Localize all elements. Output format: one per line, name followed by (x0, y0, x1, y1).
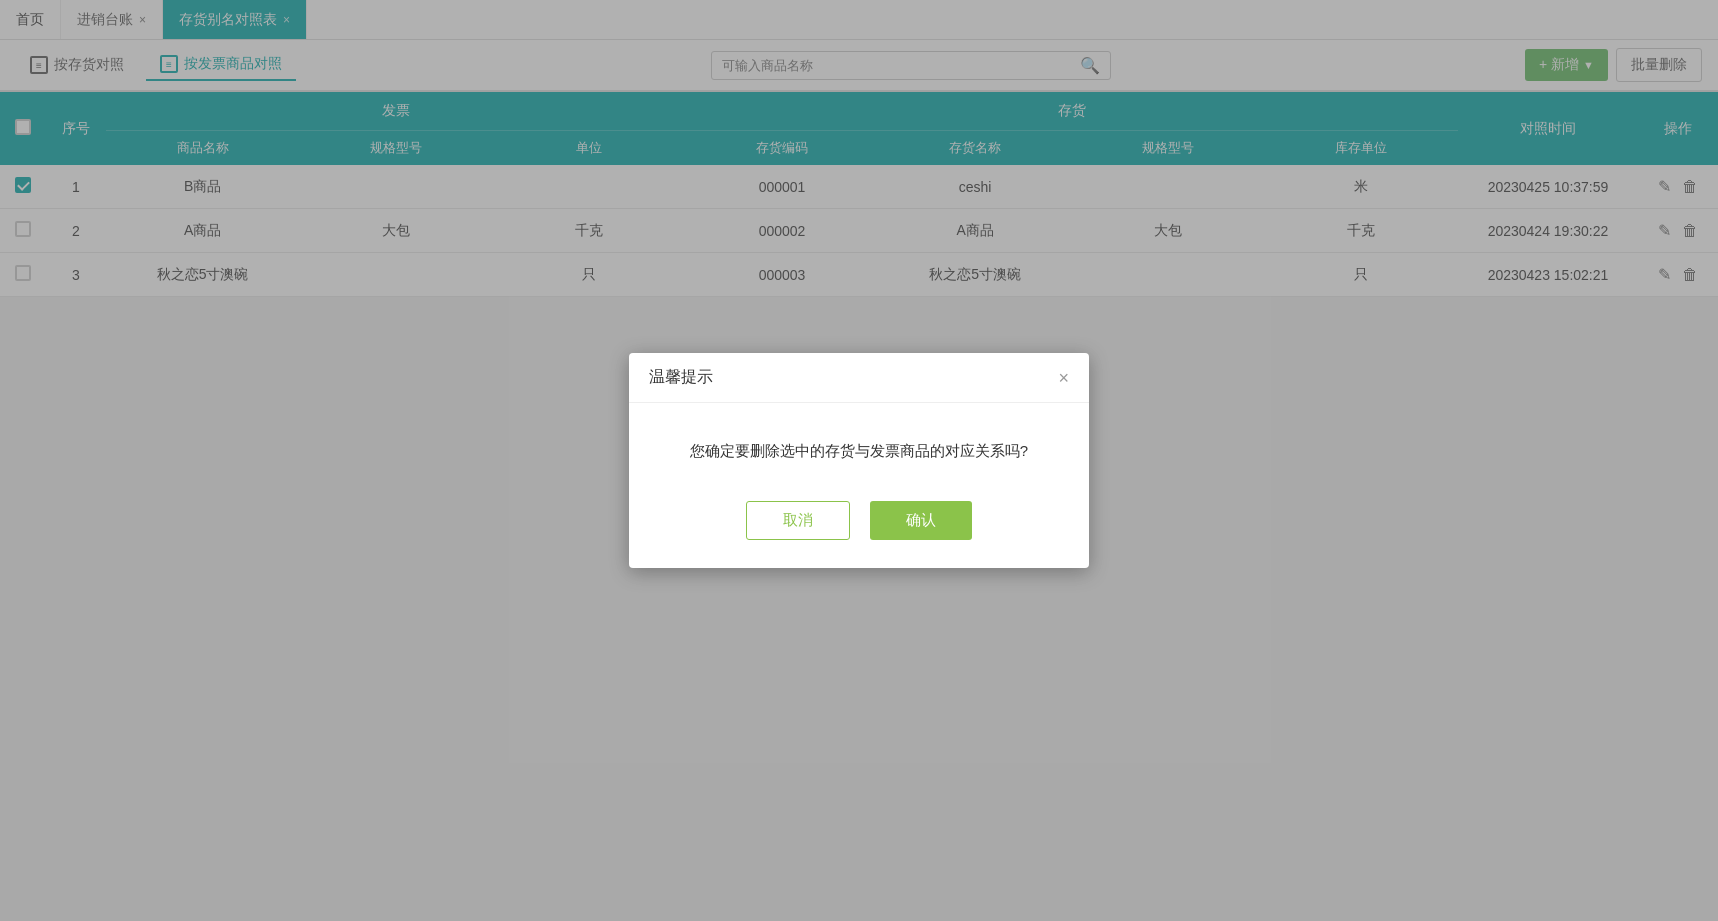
modal-overlay: 温馨提示 × 您确定要删除选中的存货与发票商品的对应关系吗? 取消 确认 (0, 0, 1718, 921)
dialog-confirm-button[interactable]: 确认 (870, 501, 972, 540)
dialog-title: 温馨提示 (649, 367, 713, 388)
dialog-close-button[interactable]: × (1058, 369, 1069, 387)
dialog-body: 您确定要删除选中的存货与发票商品的对应关系吗? (629, 403, 1089, 491)
dialog-cancel-button[interactable]: 取消 (746, 501, 850, 540)
dialog-header: 温馨提示 × (629, 353, 1089, 403)
dialog-footer: 取消 确认 (629, 491, 1089, 568)
dialog: 温馨提示 × 您确定要删除选中的存货与发票商品的对应关系吗? 取消 确认 (629, 353, 1089, 568)
dialog-message: 您确定要删除选中的存货与发票商品的对应关系吗? (690, 442, 1028, 459)
